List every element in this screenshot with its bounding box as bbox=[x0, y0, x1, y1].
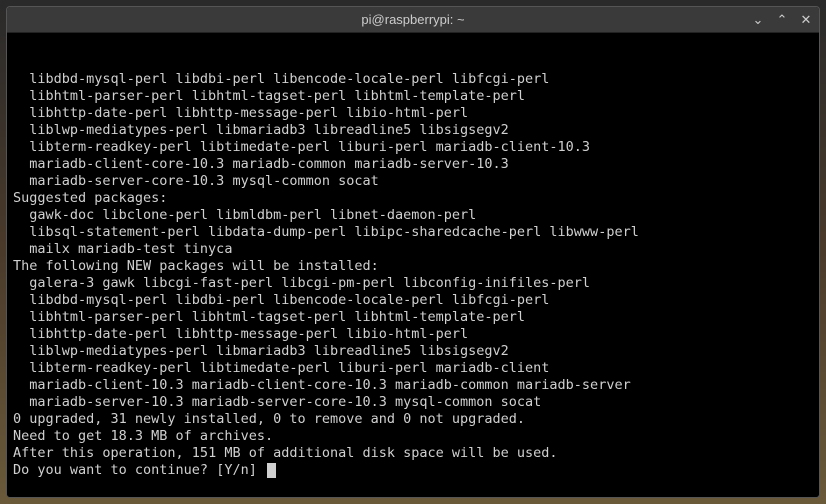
terminal-line: mariadb-server-core-10.3 mysql-common so… bbox=[13, 173, 813, 190]
terminal-line: mariadb-client-core-10.3 mariadb-common … bbox=[13, 156, 813, 173]
terminal-window: pi@raspberrypi: ~ ⌄ ⌃ ✕ libdbd-mysql-per… bbox=[6, 6, 820, 498]
terminal-line: mariadb-client-10.3 mariadb-client-core-… bbox=[13, 377, 813, 394]
terminal-line: After this operation, 151 MB of addition… bbox=[13, 445, 813, 462]
terminal-line: libhtml-parser-perl libhtml-tagset-perl … bbox=[13, 309, 813, 326]
terminal-line: libhtml-parser-perl libhtml-tagset-perl … bbox=[13, 88, 813, 105]
terminal-line: libdbd-mysql-perl libdbi-perl libencode-… bbox=[13, 71, 813, 88]
terminal-line: libhttp-date-perl libhttp-message-perl l… bbox=[13, 326, 813, 343]
window-title: pi@raspberrypi: ~ bbox=[361, 12, 464, 27]
terminal-line: libterm-readkey-perl libtimedate-perl li… bbox=[13, 139, 813, 156]
terminal-line: liblwp-mediatypes-perl libmariadb3 libre… bbox=[13, 343, 813, 360]
terminal-line: Need to get 18.3 MB of archives. bbox=[13, 428, 813, 445]
window-controls: ⌄ ⌃ ✕ bbox=[751, 7, 813, 32]
terminal-line: libsql-statement-perl libdata-dump-perl … bbox=[13, 224, 813, 241]
terminal-line: mariadb-server-10.3 mariadb-server-core-… bbox=[13, 394, 813, 411]
terminal-output[interactable]: libdbd-mysql-perl libdbi-perl libencode-… bbox=[7, 33, 819, 497]
terminal-line: 0 upgraded, 31 newly installed, 0 to rem… bbox=[13, 411, 813, 428]
terminal-line: Suggested packages: bbox=[13, 190, 813, 207]
terminal-line: liblwp-mediatypes-perl libmariadb3 libre… bbox=[13, 122, 813, 139]
terminal-line: libhttp-date-perl libhttp-message-perl l… bbox=[13, 105, 813, 122]
titlebar: pi@raspberrypi: ~ ⌄ ⌃ ✕ bbox=[7, 7, 819, 33]
terminal-line: mailx mariadb-test tinyca bbox=[13, 241, 813, 258]
terminal-prompt-line[interactable]: Do you want to continue? [Y/n] bbox=[13, 462, 813, 479]
terminal-line: libdbd-mysql-perl libdbi-perl libencode-… bbox=[13, 292, 813, 309]
cursor-icon bbox=[267, 463, 276, 478]
close-icon[interactable]: ✕ bbox=[799, 12, 813, 28]
prompt-text: Do you want to continue? [Y/n] bbox=[13, 462, 265, 478]
maximize-icon[interactable]: ⌃ bbox=[775, 12, 789, 28]
terminal-line: gawk-doc libclone-perl libmldbm-perl lib… bbox=[13, 207, 813, 224]
terminal-line: libterm-readkey-perl libtimedate-perl li… bbox=[13, 360, 813, 377]
minimize-icon[interactable]: ⌄ bbox=[751, 12, 765, 28]
terminal-line: galera-3 gawk libcgi-fast-perl libcgi-pm… bbox=[13, 275, 813, 292]
terminal-line: The following NEW packages will be insta… bbox=[13, 258, 813, 275]
